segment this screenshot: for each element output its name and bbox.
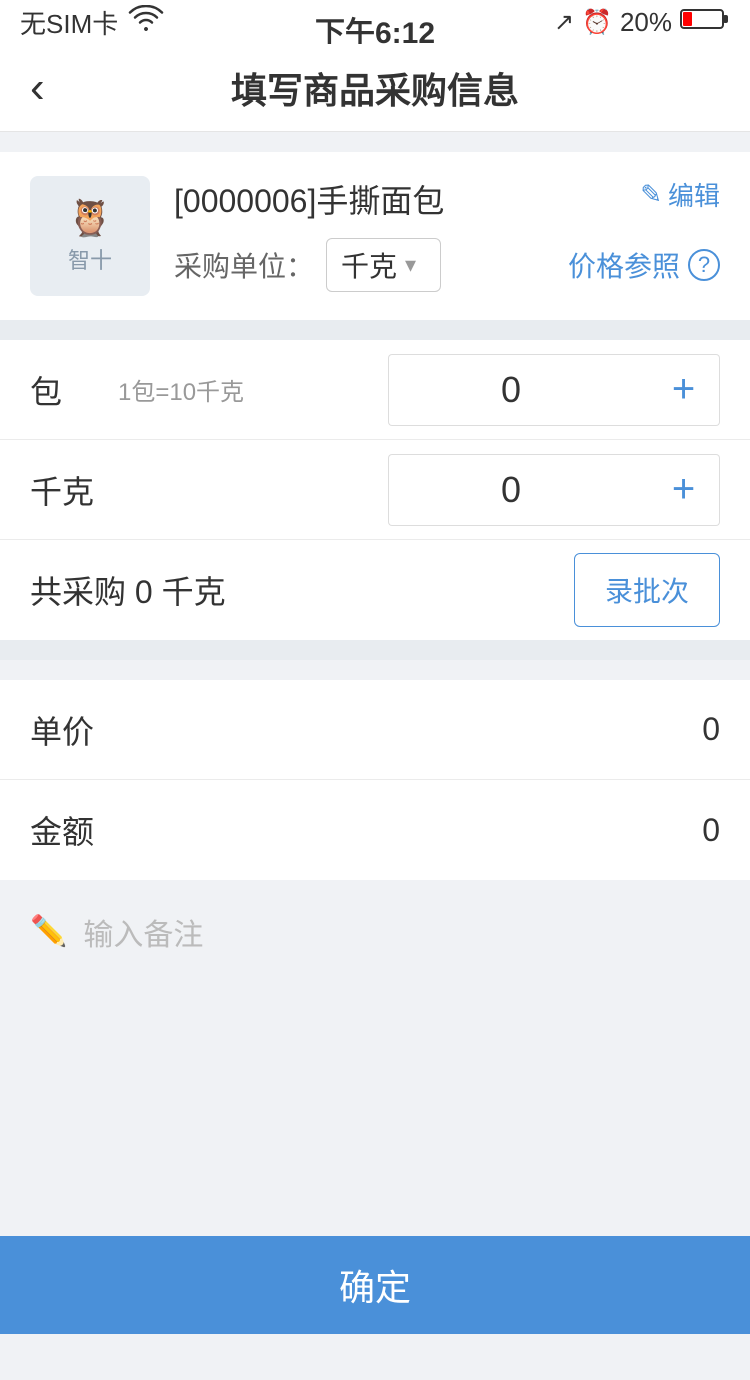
kg-input-row: 千克 + [0,440,750,540]
kg-input-group: + [388,454,720,526]
kg-plus-button[interactable]: + [648,454,720,526]
alarm-icon: ⏰ [582,8,612,37]
batch-button[interactable]: 录批次 [574,553,720,627]
wifi-icon [128,5,164,40]
confirm-button[interactable]: 确定 [0,1236,750,1334]
summary-text: 共采购 0 千克 [30,567,226,613]
bao-label: 包 [30,367,110,413]
product-logo-icon: 🦉 [68,197,113,239]
product-header: [0000006]手撕面包 ✎ 编辑 [174,176,720,222]
unit-value: 千克 [341,245,397,285]
location-icon: ↗ [554,8,574,37]
battery-pct: 20% [620,7,672,38]
amount-row: 金额 0 [0,780,750,880]
product-unit-row: 采购单位： 千克 ▾ 价格参照 ? [174,238,720,292]
product-card: 🦉 智十 [0000006]手撕面包 ✎ 编辑 采购单位： 千克 ▾ 价格参照 … [0,152,750,320]
product-info: [0000006]手撕面包 ✎ 编辑 采购单位： 千克 ▾ 价格参照 ? [174,176,720,292]
notes-section[interactable]: ✏️ 输入备注 [0,880,750,1080]
kg-quantity-input[interactable] [388,454,648,526]
bao-quantity-input[interactable] [388,354,648,426]
price-ref-label: 价格参照 [568,245,680,285]
amount-value: 0 [702,812,720,849]
chevron-down-icon: ▾ [405,252,416,278]
summary-row: 共采购 0 千克 录批次 [0,540,750,640]
status-left: 无SIM卡 [20,4,164,41]
page-title: 填写商品采购信息 [231,62,519,114]
kg-label: 千克 [30,467,110,513]
bao-input-group: + [388,354,720,426]
bao-input-row: 包 1包=10千克 + [0,340,750,440]
unit-price-value: 0 [702,711,720,748]
info-icon: ? [688,249,720,281]
section-divider-2 [0,640,750,660]
bottom-spacer [0,1080,750,1380]
pencil-icon: ✏️ [30,914,67,949]
status-bar: 无SIM卡 下午6:12 ↗ ⏰ 20% [0,0,750,44]
bao-sublabel: 1包=10千克 [118,372,244,407]
back-button[interactable]: ‹ [30,66,45,110]
bao-plus-button[interactable]: + [648,354,720,426]
price-ref-button[interactable]: 价格参照 ? [568,245,720,285]
product-name: [0000006]手撕面包 [174,176,444,222]
nav-bar: ‹ 填写商品采购信息 [0,44,750,132]
unit-label: 采购单位： [174,245,314,285]
unit-select[interactable]: 千克 ▾ [326,238,441,292]
edit-icon: ✎ [640,179,662,210]
pricing-section: 单价 0 金额 0 [0,680,750,880]
edit-button[interactable]: ✎ 编辑 [640,176,720,213]
notes-placeholder: 输入备注 [83,910,203,954]
amount-label: 金额 [30,807,94,853]
quantity-section: 包 1包=10千克 + 千克 + 共采购 0 千克 录批次 [0,340,750,640]
section-divider-1 [0,320,750,340]
product-logo-text: 智十 [68,243,112,275]
unit-price-label: 单价 [30,707,94,753]
edit-label: 编辑 [668,176,720,213]
battery-icon [680,7,730,38]
status-right: ↗ ⏰ 20% [554,7,730,38]
product-image: 🦉 智十 [30,176,150,296]
unit-selector-group: 采购单位： 千克 ▾ [174,238,441,292]
sim-status: 无SIM卡 [20,4,118,41]
unit-price-row: 单价 0 [0,680,750,780]
